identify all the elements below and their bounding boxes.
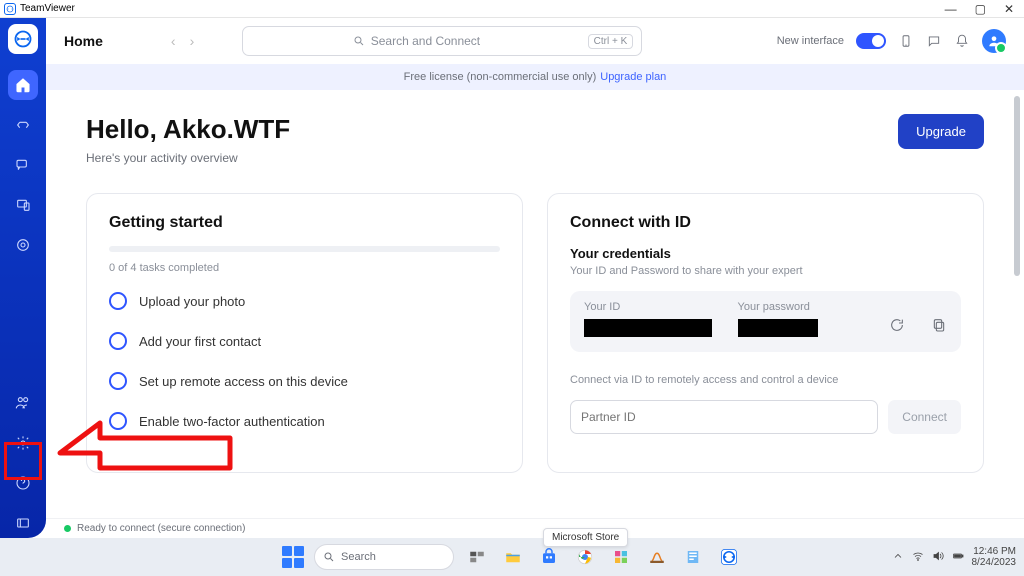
tasks-progress-text: 0 of 4 tasks completed — [109, 262, 500, 274]
greeting-subtext: Here's your activity overview — [86, 151, 290, 165]
clock-time: 12:46 PM — [972, 546, 1017, 557]
search-input[interactable]: Search and Connect Ctrl + K — [242, 26, 642, 56]
task-label: Add your first contact — [139, 334, 261, 349]
search-shortcut-badge: Ctrl + K — [588, 34, 634, 49]
window-close-button[interactable]: ✕ — [1004, 2, 1014, 16]
taskbar-app1-icon[interactable] — [608, 544, 634, 570]
copy-icon[interactable] — [931, 317, 947, 338]
taskbar-search-label: Search — [341, 551, 376, 563]
task-checkbox-icon — [109, 332, 127, 350]
scrollbar[interactable] — [1014, 96, 1020, 276]
greeting-heading: Hello, Akko.WTF — [86, 114, 290, 145]
message-icon[interactable] — [926, 33, 942, 49]
connect-title: Connect with ID — [570, 214, 961, 232]
task-upload-photo[interactable]: Upload your photo — [109, 292, 500, 310]
sidebar-item-home[interactable] — [8, 70, 38, 100]
partner-id-input[interactable] — [570, 400, 878, 434]
search-placeholder: Search and Connect — [371, 34, 480, 48]
status-bar: Ready to connect (secure connection) — [46, 518, 1024, 538]
credentials-title: Your credentials — [570, 246, 961, 261]
license-banner: Free license (non-commercial use only) U… — [46, 64, 1024, 90]
sidebar-item-meeting[interactable] — [8, 230, 38, 260]
bell-icon[interactable] — [954, 33, 970, 49]
page-title: Home — [64, 33, 103, 49]
taskbar-app3-icon[interactable] — [680, 544, 706, 570]
main-area: Home ‹ › Search and Connect Ctrl + K New… — [46, 18, 1024, 538]
credentials-box: Your ID Your password — [570, 291, 961, 352]
upgrade-button[interactable]: Upgrade — [898, 114, 984, 149]
sidebar — [0, 18, 46, 538]
license-text: Free license (non-commercial use only) — [404, 71, 597, 83]
windows-taskbar: Search 12:46 PM 8/24/2023 — [0, 538, 1024, 576]
task-label: Enable two-factor authentication — [139, 414, 325, 429]
task-checkbox-icon — [109, 372, 127, 390]
new-interface-label: New interface — [777, 35, 844, 47]
taskbar-store-icon[interactable] — [536, 544, 562, 570]
start-button[interactable] — [282, 546, 304, 568]
tray-wifi-icon[interactable] — [912, 550, 924, 565]
search-icon — [323, 551, 335, 563]
teamviewer-logo-icon[interactable] — [8, 24, 38, 54]
progress-bar — [109, 246, 500, 252]
taskbar-teamviewer-icon[interactable] — [716, 544, 742, 570]
your-id-label: Your ID — [584, 301, 726, 313]
task-two-factor[interactable]: Enable two-factor authentication — [109, 412, 500, 430]
sidebar-item-settings[interactable] — [8, 428, 38, 458]
nav-forward-button[interactable]: › — [190, 33, 195, 49]
nav-back-button[interactable]: ‹ — [171, 33, 176, 49]
status-text: Ready to connect (secure connection) — [77, 523, 245, 534]
sidebar-item-chat[interactable] — [8, 150, 38, 180]
status-dot-icon — [64, 525, 71, 532]
your-id-value-redacted — [584, 319, 712, 337]
taskbar-app2-icon[interactable] — [644, 544, 670, 570]
task-checkbox-icon — [109, 412, 127, 430]
taskbar-chrome-icon[interactable] — [572, 544, 598, 570]
connect-desc: Connect via ID to remotely access and co… — [570, 374, 961, 386]
tray-battery-icon[interactable] — [952, 550, 964, 565]
taskbar-clock[interactable]: 12:46 PM 8/24/2023 — [972, 546, 1017, 568]
window-maximize-button[interactable]: ▢ — [975, 2, 986, 16]
task-add-contact[interactable]: Add your first contact — [109, 332, 500, 350]
sidebar-item-devices[interactable] — [8, 190, 38, 220]
tray-chevron-icon[interactable] — [892, 550, 904, 565]
getting-started-card: Getting started 0 of 4 tasks completed U… — [86, 193, 523, 473]
device-icon[interactable] — [898, 33, 914, 49]
your-password-value-redacted — [738, 319, 818, 337]
window-titlebar: TeamViewer — ▢ ✕ — [0, 0, 1024, 18]
user-avatar[interactable] — [982, 29, 1006, 53]
sidebar-item-help[interactable] — [8, 468, 38, 498]
task-checkbox-icon — [109, 292, 127, 310]
window-title: TeamViewer — [20, 3, 75, 14]
sidebar-item-admin[interactable] — [8, 388, 38, 418]
your-password-label: Your password — [738, 301, 880, 313]
microsoft-store-tooltip: Microsoft Store — [543, 528, 628, 547]
teamviewer-mini-logo-icon — [4, 3, 16, 15]
refresh-icon[interactable] — [889, 317, 905, 338]
taskbar-search[interactable]: Search — [314, 544, 454, 570]
new-interface-toggle[interactable] — [856, 33, 886, 49]
credentials-desc: Your ID and Password to share with your … — [570, 265, 961, 277]
tray-volume-icon[interactable] — [932, 550, 944, 565]
taskbar-taskview-icon[interactable] — [464, 544, 490, 570]
task-label: Set up remote access on this device — [139, 374, 348, 389]
connect-button[interactable]: Connect — [888, 400, 961, 434]
sidebar-item-more[interactable] — [8, 508, 38, 538]
system-tray[interactable]: 12:46 PM 8/24/2023 — [892, 546, 1017, 568]
upgrade-plan-link[interactable]: Upgrade plan — [600, 71, 666, 83]
top-header: Home ‹ › Search and Connect Ctrl + K New… — [46, 18, 1024, 64]
clock-date: 8/24/2023 — [972, 557, 1017, 568]
sidebar-item-remote[interactable] — [8, 110, 38, 140]
window-minimize-button[interactable]: — — [945, 2, 957, 16]
taskbar-explorer-icon[interactable] — [500, 544, 526, 570]
getting-started-title: Getting started — [109, 214, 500, 232]
task-label: Upload your photo — [139, 294, 245, 309]
search-icon — [353, 35, 365, 47]
task-remote-access[interactable]: Set up remote access on this device — [109, 372, 500, 390]
connect-card: Connect with ID Your credentials Your ID… — [547, 193, 984, 473]
